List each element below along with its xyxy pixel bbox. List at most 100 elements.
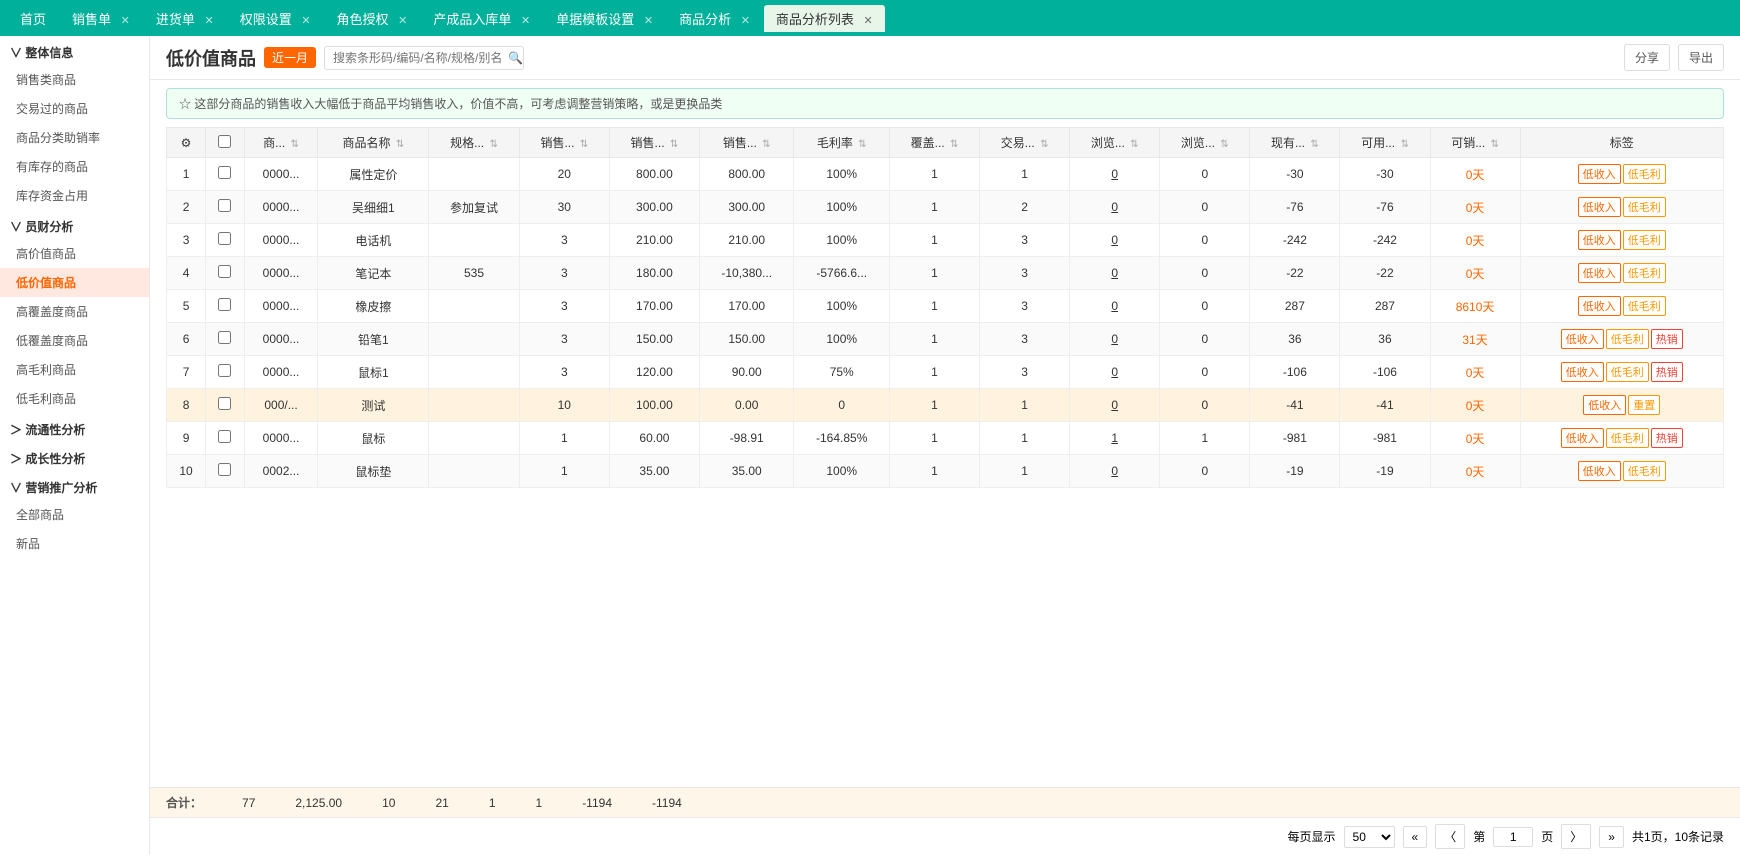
col-browse2[interactable]: 浏览... ⇅	[1160, 128, 1250, 158]
col-code[interactable]: 商... ⇅	[244, 128, 318, 158]
search-icon[interactable]: 🔍	[508, 51, 523, 65]
cell-checkbox[interactable]	[206, 356, 245, 389]
nav-role[interactable]: 角色授权 ✕	[325, 5, 420, 32]
share-button[interactable]: 分享	[1624, 44, 1670, 71]
period-tag[interactable]: 近一月	[264, 47, 316, 68]
col-settings[interactable]: ⚙	[167, 128, 206, 158]
browse1-link[interactable]: 0	[1111, 398, 1118, 412]
browse1-link[interactable]: 0	[1111, 266, 1118, 280]
row-checkbox[interactable]	[218, 265, 231, 278]
sidebar-group-growth[interactable]: ＞ 成长性分析	[0, 442, 149, 471]
sidebar-item-all-goods[interactable]: 全部商品	[0, 500, 149, 529]
nav-purchase[interactable]: 进货单 ✕	[144, 5, 226, 32]
cell-browse1[interactable]: 0	[1070, 356, 1160, 389]
nav-template[interactable]: 单据模板设置 ✕	[544, 5, 665, 32]
table-wrapper[interactable]: ⚙ 商... ⇅ 商品名称 ⇅ 规格... ⇅ 销售... ⇅ 销售... ⇅ …	[150, 127, 1740, 787]
export-button[interactable]: 导出	[1678, 44, 1724, 71]
row-checkbox[interactable]	[218, 463, 231, 476]
nav-analysis-list[interactable]: 商品分析列表 ✕	[764, 5, 885, 32]
cell-days: 0天	[1430, 191, 1520, 224]
row-checkbox[interactable]	[218, 430, 231, 443]
browse1-link[interactable]: 0	[1111, 332, 1118, 346]
cell-browse1[interactable]: 0	[1070, 323, 1160, 356]
cell-checkbox[interactable]	[206, 158, 245, 191]
last-page-button[interactable]: »	[1599, 826, 1624, 848]
nav-analysis[interactable]: 商品分析 ✕	[667, 5, 762, 32]
sidebar-group-flow[interactable]: ＞ 流通性分析	[0, 413, 149, 442]
cell-browse1[interactable]: 0	[1070, 455, 1160, 488]
sidebar-group-marketing[interactable]: ∨ 营销推广分析	[0, 471, 149, 500]
col-transaction[interactable]: 交易... ⇅	[980, 128, 1070, 158]
cell-browse1[interactable]: 0	[1070, 389, 1160, 422]
sidebar-item-low-value[interactable]: 低价值商品	[0, 268, 149, 297]
sidebar-item-high-value[interactable]: 高价值商品	[0, 239, 149, 268]
cell-browse1[interactable]: 1	[1070, 422, 1160, 455]
cell-checkbox[interactable]	[206, 191, 245, 224]
cell-browse1[interactable]: 0	[1070, 290, 1160, 323]
row-checkbox[interactable]	[218, 364, 231, 377]
select-all-checkbox[interactable]	[218, 135, 231, 148]
cell-browse1[interactable]: 0	[1070, 191, 1160, 224]
col-checkbox[interactable]	[206, 128, 245, 158]
browse1-link[interactable]: 0	[1111, 299, 1118, 313]
row-checkbox[interactable]	[218, 397, 231, 410]
col-s1[interactable]: 销售... ⇅	[519, 128, 609, 158]
sidebar-item-category-rate[interactable]: 商品分类助销率	[0, 123, 149, 152]
row-checkbox[interactable]	[218, 331, 231, 344]
row-checkbox[interactable]	[218, 166, 231, 179]
col-spec[interactable]: 规格... ⇅	[429, 128, 520, 158]
search-input[interactable]	[324, 46, 524, 70]
sidebar-item-high-margin[interactable]: 高毛利商品	[0, 355, 149, 384]
col-available[interactable]: 可用... ⇅	[1340, 128, 1430, 158]
sidebar-item-sales-goods[interactable]: 销售类商品	[0, 65, 149, 94]
nav-product-in[interactable]: 产成品入库单 ✕	[421, 5, 542, 32]
sidebar-item-new-goods[interactable]: 新品	[0, 529, 149, 558]
cell-margin: 100%	[794, 224, 890, 257]
col-coverage[interactable]: 覆盖... ⇅	[889, 128, 979, 158]
cell-checkbox[interactable]	[206, 224, 245, 257]
col-sellable[interactable]: 可销... ⇅	[1430, 128, 1520, 158]
cell-browse1[interactable]: 0	[1070, 224, 1160, 257]
col-s3[interactable]: 销售... ⇅	[699, 128, 794, 158]
next-page-button[interactable]: 〉	[1561, 824, 1591, 849]
sidebar-item-high-coverage[interactable]: 高覆盖度商品	[0, 297, 149, 326]
sidebar-item-low-margin[interactable]: 低毛利商品	[0, 384, 149, 413]
col-current[interactable]: 现有... ⇅	[1250, 128, 1340, 158]
cell-s1: 3	[519, 257, 609, 290]
sidebar-item-low-coverage[interactable]: 低覆盖度商品	[0, 326, 149, 355]
sidebar-group-overall[interactable]: ∨ 整体信息	[0, 36, 149, 65]
browse1-link[interactable]: 0	[1111, 200, 1118, 214]
row-checkbox[interactable]	[218, 298, 231, 311]
sidebar-group-financial[interactable]: ∨ 员财分析	[0, 210, 149, 239]
nav-home[interactable]: 首页	[8, 5, 58, 32]
cell-checkbox[interactable]	[206, 455, 245, 488]
nav-sales[interactable]: 销售单 ✕	[60, 5, 142, 32]
sidebar-item-traded[interactable]: 交易过的商品	[0, 94, 149, 123]
col-tags[interactable]: 标签	[1520, 128, 1723, 158]
browse1-link[interactable]: 0	[1111, 233, 1118, 247]
col-browse1[interactable]: 浏览... ⇅	[1070, 128, 1160, 158]
browse1-link[interactable]: 0	[1111, 167, 1118, 181]
col-name[interactable]: 商品名称 ⇅	[318, 128, 429, 158]
sidebar-item-stock-fund[interactable]: 库存资金占用	[0, 181, 149, 210]
browse1-link[interactable]: 0	[1111, 365, 1118, 379]
prev-page-button[interactable]: 〈	[1435, 824, 1465, 849]
cell-browse1[interactable]: 0	[1070, 257, 1160, 290]
nav-permissions[interactable]: 权限设置 ✕	[228, 5, 323, 32]
cell-browse1[interactable]: 0	[1070, 158, 1160, 191]
cell-checkbox[interactable]	[206, 257, 245, 290]
page-input[interactable]	[1493, 827, 1533, 847]
cell-checkbox[interactable]	[206, 422, 245, 455]
row-checkbox[interactable]	[218, 199, 231, 212]
sidebar-item-stock-goods[interactable]: 有库存的商品	[0, 152, 149, 181]
per-page-select[interactable]: 50 100 200	[1344, 826, 1395, 848]
col-margin[interactable]: 毛利率 ⇅	[794, 128, 890, 158]
cell-checkbox[interactable]	[206, 290, 245, 323]
cell-checkbox[interactable]	[206, 323, 245, 356]
browse1-link[interactable]: 1	[1111, 431, 1118, 445]
browse1-link[interactable]: 0	[1111, 464, 1118, 478]
col-s2[interactable]: 销售... ⇅	[609, 128, 699, 158]
first-page-button[interactable]: «	[1403, 826, 1428, 848]
row-checkbox[interactable]	[218, 232, 231, 245]
cell-checkbox[interactable]	[206, 389, 245, 422]
